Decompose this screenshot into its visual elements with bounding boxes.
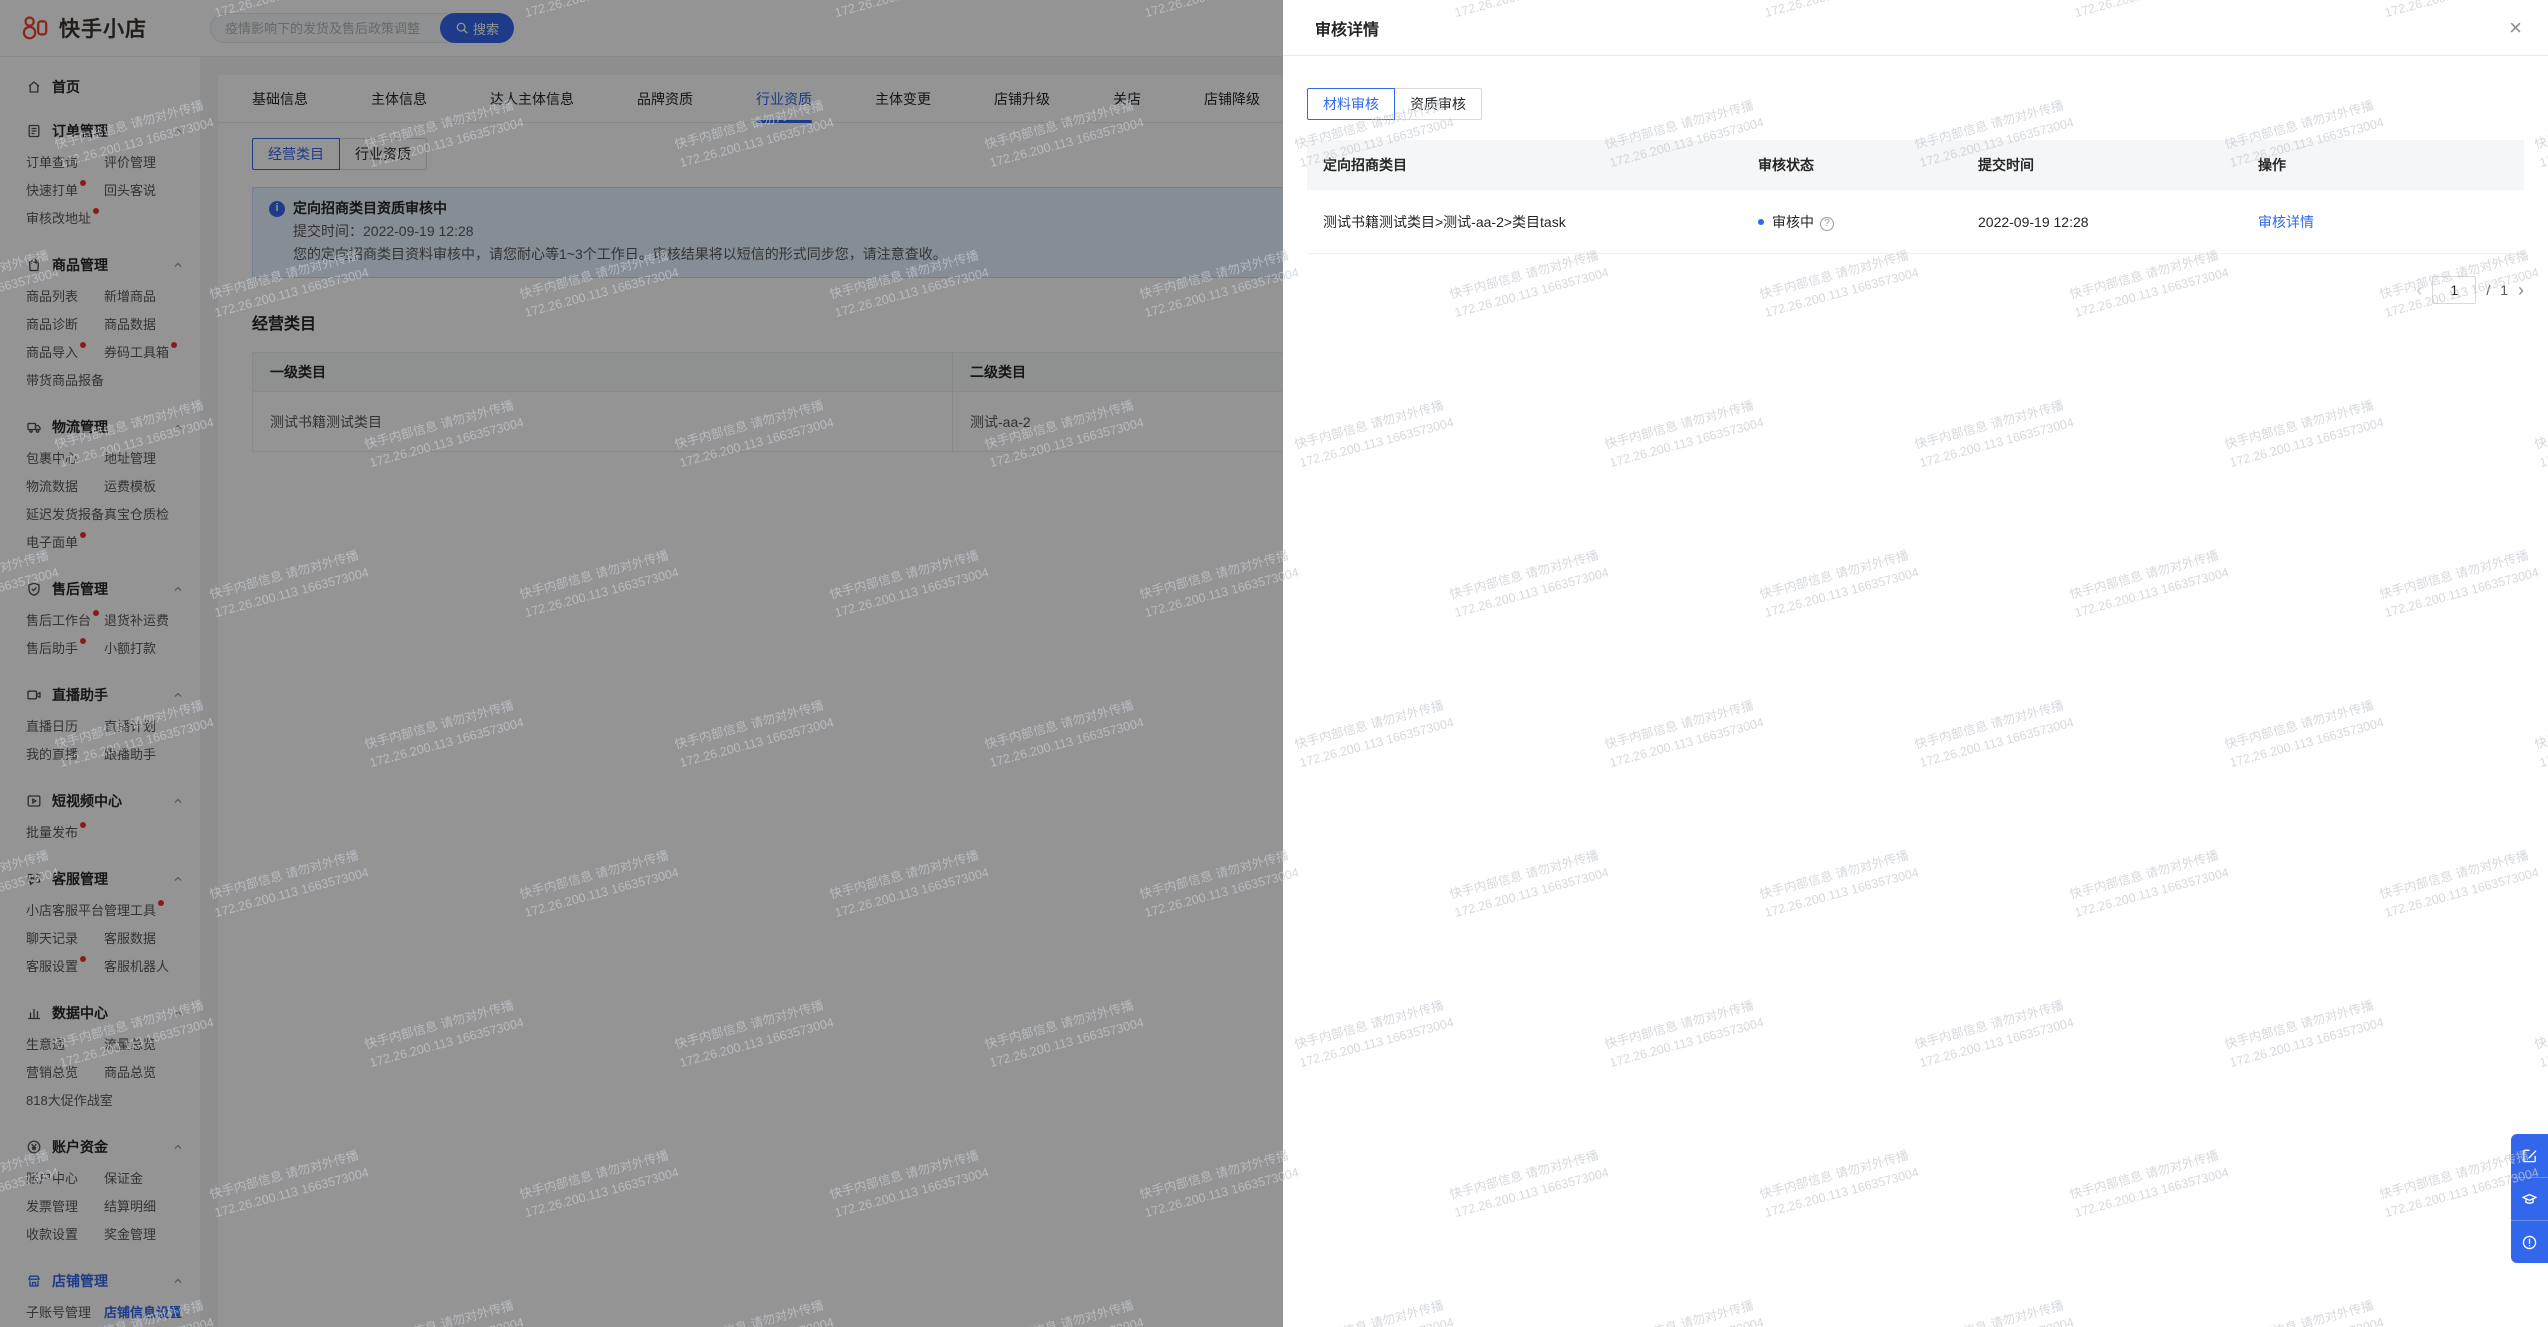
feedback-edit-button[interactable] (2511, 1134, 2548, 1177)
close-icon[interactable]: × (2509, 16, 2522, 39)
prev-page-icon[interactable]: ‹ (2416, 280, 2422, 301)
help-alert-button[interactable] (2511, 1220, 2548, 1263)
help-icon[interactable]: ? (1820, 217, 1834, 231)
app-root: 快手小店 搜索 首页 订单管理 (0, 0, 2548, 1327)
table-header-row: 定向招商类目 审核状态 提交时间 操作 (1307, 140, 2524, 190)
audit-detail-link[interactable]: 审核详情 (2258, 214, 2314, 230)
audit-detail-drawer: 审核详情 × 材料审核 资质审核 定向招商类目 审核状态 提交时间 操作 测试书… (1283, 0, 2548, 1327)
pagination: ‹ 1 / 1 › (1307, 276, 2524, 304)
audit-table: 定向招商类目 审核状态 提交时间 操作 测试书籍测试类目>测试-aa-2>类目t… (1307, 140, 2524, 254)
graduation-cap-icon (2521, 1191, 2538, 1208)
drawer-header: 审核详情 × (1283, 0, 2548, 56)
column-header: 操作 (2242, 140, 2524, 190)
page-input[interactable]: 1 (2432, 276, 2477, 304)
status-text: 审核中 (1772, 214, 1814, 230)
time-cell: 2022-09-19 12:28 (1962, 190, 2242, 254)
edit-icon (2521, 1147, 2538, 1164)
category-cell: 测试书籍测试类目>测试-aa-2>类目task (1307, 190, 1742, 254)
tab-qualification-audit[interactable]: 资质审核 (1394, 88, 1482, 120)
table-row: 测试书籍测试类目>测试-aa-2>类目task 审核中? 2022-09-19 … (1307, 190, 2524, 254)
drawer-title: 审核详情 (1315, 21, 1380, 39)
next-page-icon[interactable]: › (2518, 280, 2524, 301)
column-header: 提交时间 (1962, 140, 2242, 190)
status-dot (1758, 219, 1764, 225)
total-pages: 1 (2500, 282, 2508, 298)
status-cell: 审核中? (1742, 190, 1962, 254)
drawer-body: 材料审核 资质审核 定向招商类目 审核状态 提交时间 操作 测试书籍测试类目>测… (1283, 56, 2548, 304)
drawer-tabs: 材料审核 资质审核 (1307, 88, 2524, 120)
column-header: 审核状态 (1742, 140, 1962, 190)
learning-center-button[interactable] (2511, 1177, 2548, 1220)
column-header: 定向招商类目 (1307, 140, 1742, 190)
exclamation-circle-icon (2521, 1234, 2538, 1251)
tab-material-audit[interactable]: 材料审核 (1307, 88, 1395, 120)
floating-toolbar (2511, 1134, 2548, 1263)
